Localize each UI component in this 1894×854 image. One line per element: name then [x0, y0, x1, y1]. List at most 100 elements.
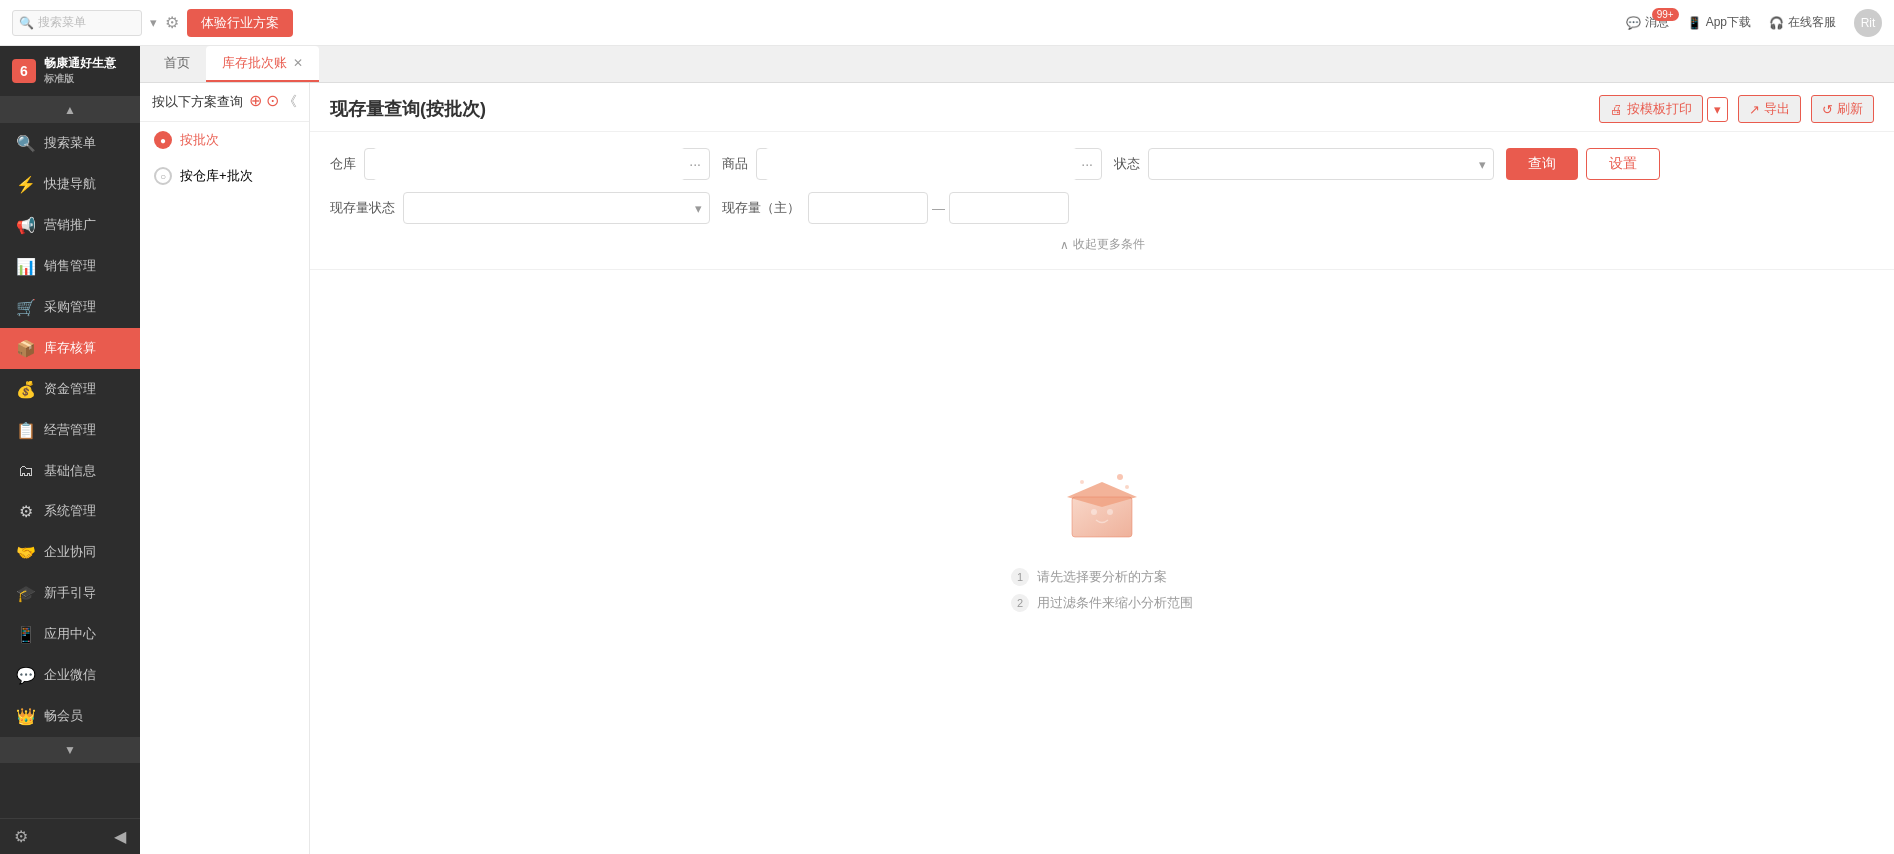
warehouse-more-icon[interactable]: ··· [689, 156, 701, 172]
sidebar-label-app-center: 应用中心 [44, 625, 96, 643]
topbar-left: 🔍 搜索菜单 ▾ ⚙ 体验行业方案 [12, 9, 1618, 37]
stock-status-field: 现存量状态 [330, 192, 710, 224]
filter-row-2: 现存量状态 现存量（主） — [330, 192, 1874, 224]
scheme-dot-by-warehouse-batch: ○ [154, 167, 172, 185]
sidebar-item-finance[interactable]: 💰 资金管理 [0, 369, 140, 410]
sidebar-item-operations[interactable]: 📋 经营管理 [0, 410, 140, 451]
headset-icon: 🎧 [1769, 16, 1784, 30]
sidebar-icon-operations: 📋 [16, 421, 36, 440]
sidebar-label-marketing: 营销推广 [44, 216, 96, 234]
left-scheme-panel: 按以下方案查询 ⊕ ⊙ 《 ● 按批次 ○ 按仓库+批次 [140, 83, 310, 854]
left-panel-header: 按以下方案查询 ⊕ ⊙ 《 [140, 83, 309, 122]
sidebar-item-purchase[interactable]: 🛒 采购管理 [0, 287, 140, 328]
sidebar-item-app-center[interactable]: 📱 应用中心 [0, 614, 140, 655]
tab-bar: 首页 库存批次账 ✕ [140, 46, 1894, 83]
main-layout: 6 畅康通好生意 标准版 ▲ 🔍 搜索菜单 ⚡ 快捷导航 📢 营销推广 📊 销售… [0, 46, 1894, 854]
sidebar-item-sales[interactable]: 📊 销售管理 [0, 246, 140, 287]
page-header: 现存量查询(按批次) 🖨 按模板打印 ▾ ↗ 导出 [310, 83, 1894, 132]
print-dropdown-icon[interactable]: ▾ [1707, 97, 1728, 122]
topbar-right: 💬 消息 99+ 📱 App下载 🎧 在线客服 Rit [1626, 9, 1882, 37]
sidebar-item-marketing[interactable]: 📢 营销推广 [0, 205, 140, 246]
industry-solution-button[interactable]: 体验行业方案 [187, 9, 293, 37]
sidebar-icon-marketing: 📢 [16, 216, 36, 235]
tab-close-icon[interactable]: ✕ [293, 56, 303, 70]
app-download-button[interactable]: 📱 App下载 [1687, 14, 1751, 31]
query-button[interactable]: 查询 [1506, 148, 1578, 180]
warehouse-input[interactable] [373, 148, 685, 180]
sidebar-item-member[interactable]: 👑 畅会员 [0, 696, 140, 737]
product-input[interactable] [765, 148, 1077, 180]
scheme-dot-by-batch: ● [154, 131, 172, 149]
topbar-settings-icon[interactable]: ⚙ [165, 13, 179, 32]
sidebar-item-weixin[interactable]: 💬 企业微信 [0, 655, 140, 696]
search-icon: 🔍 [19, 16, 34, 30]
scheme-label-by-warehouse-batch: 按仓库+批次 [180, 167, 253, 185]
collapse-sidebar-icon[interactable]: ◀ [114, 827, 126, 846]
sidebar-icon-app-center: 📱 [16, 625, 36, 644]
empty-tip-2: 2 用过滤条件来缩小分析范围 [1011, 594, 1193, 612]
tip2-number: 2 [1011, 594, 1029, 612]
product-more-icon[interactable]: ··· [1081, 156, 1093, 172]
sidebar-icon-member: 👑 [16, 707, 36, 726]
collapse-panel-icon[interactable]: 《 [283, 93, 297, 111]
sidebar-label-finance: 资金管理 [44, 380, 96, 398]
online-service-button[interactable]: 🎧 在线客服 [1769, 14, 1836, 31]
product-input-wrapper[interactable]: ··· [756, 148, 1102, 180]
collapse-icon: ∧ [1060, 238, 1069, 252]
sidebar-item-inventory[interactable]: 📦 库存核算 [0, 328, 140, 369]
export-icon: ↗ [1749, 102, 1760, 117]
stock-status-select[interactable] [403, 192, 710, 224]
avatar: Rit [1854, 9, 1882, 37]
search-menu-placeholder: 搜索菜单 [38, 14, 86, 31]
messages-button[interactable]: 💬 消息 99+ [1626, 14, 1669, 31]
refresh-button[interactable]: ↺ 刷新 [1811, 95, 1874, 123]
sidebar-icon-weixin: 💬 [16, 666, 36, 685]
page-title: 现存量查询(按批次) [330, 97, 486, 121]
sidebar-item-system[interactable]: ⚙ 系统管理 [0, 491, 140, 532]
svg-point-2 [1117, 474, 1123, 480]
add-scheme-icon[interactable]: ⊕ [249, 93, 262, 111]
scheme-item-by-warehouse-batch[interactable]: ○ 按仓库+批次 [140, 158, 309, 194]
stock-qty-min-input[interactable] [808, 192, 928, 224]
settings-icon[interactable]: ⚙ [14, 827, 28, 846]
print-action: 🖨 按模板打印 ▾ [1599, 95, 1728, 123]
collapse-label: 收起更多条件 [1073, 236, 1145, 253]
stock-status-label: 现存量状态 [330, 199, 395, 217]
sidebar-icon-system: ⚙ [16, 502, 36, 521]
sidebar-logo: 6 畅康通好生意 标准版 [0, 46, 140, 97]
online-service-label: 在线客服 [1788, 14, 1836, 31]
sidebar-label-basics: 基础信息 [44, 462, 96, 480]
sidebar-scroll-up[interactable]: ▲ [0, 97, 140, 123]
app-download-label: App下载 [1706, 14, 1751, 31]
settings-scheme-icon[interactable]: ⊙ [266, 93, 279, 111]
sidebar-item-newbie[interactable]: 🎓 新手引导 [0, 573, 140, 614]
sidebar-item-search[interactable]: 🔍 搜索菜单 [0, 123, 140, 164]
sidebar-icon-enterprise: 🤝 [16, 543, 36, 562]
content-area: 首页 库存批次账 ✕ 按以下方案查询 ⊕ ⊙ 《 ● [140, 46, 1894, 854]
sidebar-label-system: 系统管理 [44, 502, 96, 520]
stock-qty-dash: — [932, 201, 945, 216]
warehouse-label: 仓库 [330, 155, 356, 173]
sidebar-scroll-down[interactable]: ▼ [0, 737, 140, 763]
set-button[interactable]: 设置 [1586, 148, 1660, 180]
user-avatar-button[interactable]: Rit [1854, 9, 1882, 37]
sidebar-icon-newbie: 🎓 [16, 584, 36, 603]
status-select[interactable] [1148, 148, 1494, 180]
export-button[interactable]: ↗ 导出 [1738, 95, 1801, 123]
status-select-wrapper [1148, 148, 1494, 180]
print-template-button[interactable]: 🖨 按模板打印 [1599, 95, 1703, 123]
topbar-dropdown-icon[interactable]: ▾ [150, 15, 157, 30]
collapse-more-button[interactable]: ∧ 收起更多条件 [330, 236, 1874, 253]
page-content: 按以下方案查询 ⊕ ⊙ 《 ● 按批次 ○ 按仓库+批次 [140, 83, 1894, 854]
scheme-item-by-batch[interactable]: ● 按批次 [140, 122, 309, 158]
stock-qty-max-input[interactable] [949, 192, 1069, 224]
search-menu-box[interactable]: 🔍 搜索菜单 [12, 10, 142, 36]
tab-home[interactable]: 首页 [148, 46, 206, 82]
sidebar-item-basics[interactable]: 🗂 基础信息 [0, 451, 140, 491]
tab-inventory-batch[interactable]: 库存批次账 ✕ [206, 46, 319, 82]
warehouse-input-wrapper[interactable]: ··· [364, 148, 710, 180]
sidebar-item-enterprise[interactable]: 🤝 企业协同 [0, 532, 140, 573]
tab-home-label: 首页 [164, 54, 190, 72]
filter-row-1: 仓库 ··· 商品 ··· [330, 148, 1874, 180]
sidebar-item-quick-nav[interactable]: ⚡ 快捷导航 [0, 164, 140, 205]
